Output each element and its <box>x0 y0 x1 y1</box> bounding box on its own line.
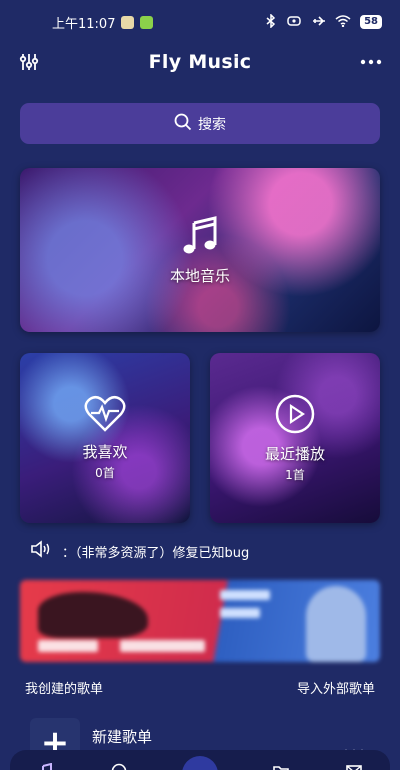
heart-pulse-icon <box>84 395 126 437</box>
favorites-label: 我喜欢 <box>82 443 128 461</box>
music-note-icon <box>179 215 221 261</box>
page-title: Fly Music <box>148 51 252 73</box>
bottom-navigation <box>10 750 390 770</box>
playlist-section-header: 我创建的歌单 导入外部歌单 <box>25 678 375 698</box>
local-music-card[interactable]: 本地音乐 <box>20 168 380 332</box>
search-bar[interactable]: 搜索 <box>20 103 380 144</box>
status-time: 上午11:07 <box>52 16 116 32</box>
more-icon[interactable] <box>360 51 382 73</box>
local-music-label: 本地音乐 <box>169 266 230 285</box>
airplane-icon <box>312 14 326 31</box>
nav-player-icon[interactable] <box>181 756 218 770</box>
notice-bar[interactable]: ：（非常多资源了）修复已知bug <box>30 540 375 562</box>
speaker-icon <box>30 540 52 562</box>
nav-folder-icon[interactable] <box>272 762 290 770</box>
equalizer-icon[interactable] <box>18 51 40 73</box>
search-icon <box>174 113 192 135</box>
bluetooth-icon <box>266 12 276 31</box>
my-playlists-title: 我创建的歌单 <box>25 682 104 697</box>
vibrate-icon <box>285 15 303 30</box>
favorites-count: 0首 <box>95 466 115 480</box>
app-screen: 上午11:07 58 Fly Music 搜索 本地音乐 我喜欢 0首 最近播放… <box>0 0 400 770</box>
import-playlist-link[interactable]: 导入外部歌单 <box>297 678 375 698</box>
recent-played-count: 1首 <box>285 468 305 482</box>
promo-banner[interactable] <box>20 580 380 662</box>
wifi-icon <box>335 14 351 30</box>
nav-discover-icon[interactable] <box>110 762 128 770</box>
recent-played-card[interactable]: 最近播放 1首 <box>210 353 380 523</box>
app-header: Fly Music <box>0 44 400 80</box>
battery-indicator: 58 <box>360 15 382 29</box>
status-bar: 上午11:07 58 <box>0 0 400 44</box>
notification-app-icon <box>121 15 135 29</box>
nav-mail-icon[interactable] <box>345 762 363 770</box>
search-label: 搜索 <box>198 116 226 133</box>
favorites-card[interactable]: 我喜欢 0首 <box>20 353 190 523</box>
nav-music-icon[interactable] <box>37 762 55 770</box>
recent-played-label: 最近播放 <box>264 445 325 463</box>
notice-text: ：（非常多资源了）修复已知bug <box>62 545 250 561</box>
notification-app-icon <box>140 15 154 29</box>
play-circle-icon <box>274 393 316 439</box>
new-playlist-label: 新建歌单 <box>92 728 153 746</box>
